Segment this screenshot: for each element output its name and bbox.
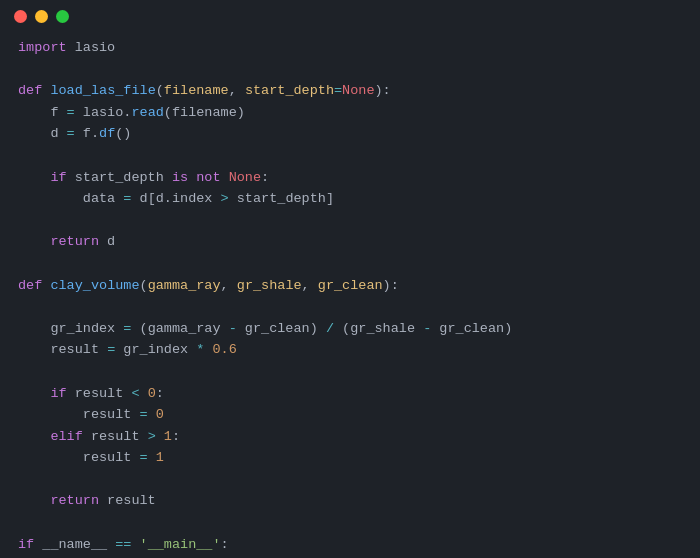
code-line [18,253,682,275]
code-line: if result < 0: [18,383,682,405]
code-line [18,469,682,491]
code-line: return d [18,231,682,253]
code-line: result = 0 [18,404,682,426]
code-line: def clay_volume(gamma_ray, gr_shale, gr_… [18,275,682,297]
code-line [18,296,682,318]
code-line [18,512,682,534]
code-line: d = f.df() [18,123,682,145]
title-bar [0,0,700,33]
code-line: if __name__ == '__main__': [18,534,682,556]
code-line: elif result > 1: [18,426,682,448]
code-line [18,210,682,232]
code-line: data = d[d.index > start_depth] [18,188,682,210]
code-line [18,145,682,167]
close-dot[interactable] [14,10,27,23]
minimize-dot[interactable] [35,10,48,23]
code-line [18,59,682,81]
code-line: f = lasio.read(filename) [18,102,682,124]
code-line: return result [18,490,682,512]
code-line: if start_depth is not None: [18,167,682,189]
code-line: gr_index = (gamma_ray - gr_clean) / (gr_… [18,318,682,340]
code-editor: import lasio def load_las_file(filename,… [0,33,700,558]
code-line: import lasio [18,37,682,59]
code-line [18,361,682,383]
maximize-dot[interactable] [56,10,69,23]
code-line: result = gr_index * 0.6 [18,339,682,361]
code-line: def load_las_file(filename, start_depth=… [18,80,682,102]
code-line: result = 1 [18,447,682,469]
